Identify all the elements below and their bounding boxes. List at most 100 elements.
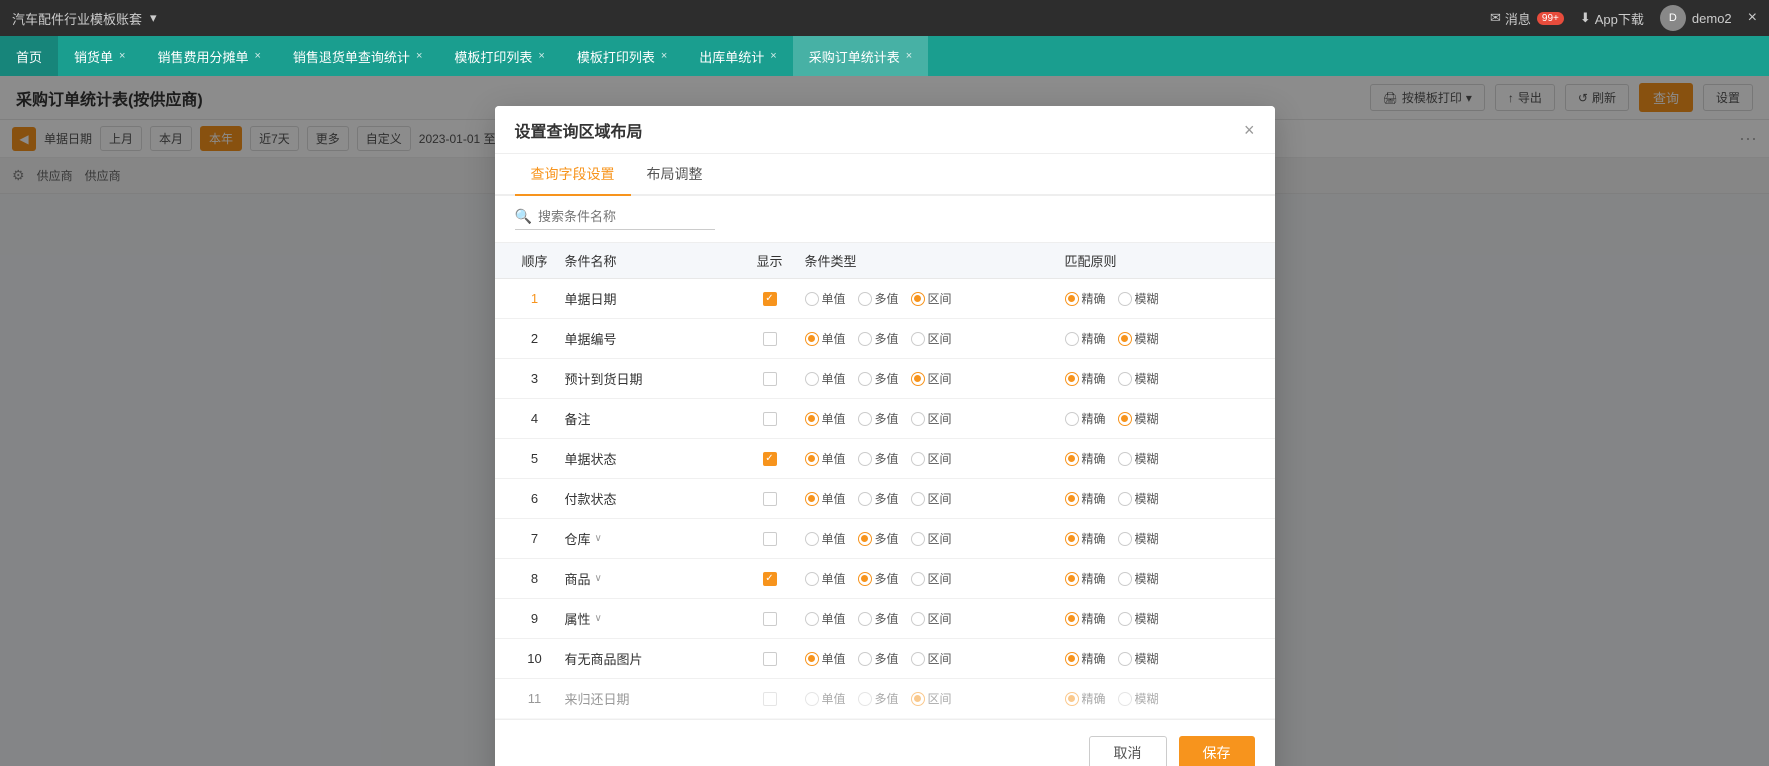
match-exact-radio[interactable]: 精确 bbox=[1065, 650, 1106, 667]
match-fuzzy-radio[interactable]: 模糊 bbox=[1118, 410, 1159, 427]
checkbox[interactable] bbox=[763, 372, 777, 386]
type-multi-radio[interactable]: 多值 bbox=[858, 610, 899, 627]
type-range-radio[interactable]: 区间 bbox=[911, 690, 952, 707]
checkbox[interactable]: ✓ bbox=[763, 292, 777, 306]
match-exact-radio[interactable]: 精确 bbox=[1065, 450, 1106, 467]
type-single-radio[interactable]: 单值 bbox=[805, 610, 846, 627]
type-single-radio[interactable]: 单值 bbox=[805, 330, 846, 347]
match-fuzzy-radio[interactable]: 模糊 bbox=[1118, 490, 1159, 507]
type-multi-radio[interactable]: 多值 bbox=[858, 490, 899, 507]
checkbox[interactable] bbox=[763, 532, 777, 546]
nav-tab-sales-expense[interactable]: 销售费用分摊单 × bbox=[141, 36, 276, 76]
user-area[interactable]: D demo2 bbox=[1660, 5, 1732, 31]
display-checkbox[interactable] bbox=[735, 532, 805, 546]
type-multi-radio[interactable]: 多值 bbox=[858, 290, 899, 307]
checkbox[interactable] bbox=[763, 332, 777, 346]
checkbox[interactable] bbox=[763, 412, 777, 426]
type-range-radio[interactable]: 区间 bbox=[911, 610, 952, 627]
type-multi-radio[interactable]: 多值 bbox=[858, 410, 899, 427]
nav-tab-sales-order[interactable]: 销货单 × bbox=[58, 36, 141, 76]
message-area[interactable]: ✉ 消息 99+ bbox=[1490, 9, 1564, 28]
checkbox[interactable] bbox=[763, 652, 777, 666]
match-fuzzy-radio[interactable]: 模糊 bbox=[1118, 330, 1159, 347]
type-single-radio[interactable]: 单值 bbox=[805, 570, 846, 587]
sales-expense-close-icon[interactable]: × bbox=[254, 50, 260, 62]
type-range-radio[interactable]: 区间 bbox=[911, 530, 952, 547]
type-multi-radio[interactable]: 多值 bbox=[858, 530, 899, 547]
tab-fields[interactable]: 查询字段设置 bbox=[515, 154, 631, 196]
type-single-radio[interactable]: 单值 bbox=[805, 650, 846, 667]
outbound-close-icon[interactable]: × bbox=[770, 50, 776, 62]
tab-layout[interactable]: 布局调整 bbox=[631, 154, 719, 196]
save-button[interactable]: 保存 bbox=[1179, 736, 1255, 766]
checkbox[interactable]: ✓ bbox=[763, 452, 777, 466]
type-single-radio[interactable]: 单值 bbox=[805, 490, 846, 507]
sales-return-close-icon[interactable]: × bbox=[416, 50, 422, 62]
match-fuzzy-radio[interactable]: 模糊 bbox=[1118, 690, 1159, 707]
match-fuzzy-radio[interactable]: 模糊 bbox=[1118, 290, 1159, 307]
cancel-button[interactable]: 取消 bbox=[1089, 736, 1167, 766]
nav-tab-home[interactable]: 首页 bbox=[0, 36, 58, 76]
nav-tab-outbound[interactable]: 出库单统计 × bbox=[683, 36, 792, 76]
type-range-radio[interactable]: 区间 bbox=[911, 330, 952, 347]
match-exact-radio[interactable]: 精确 bbox=[1065, 370, 1106, 387]
type-multi-radio[interactable]: 多值 bbox=[858, 330, 899, 347]
type-single-radio[interactable]: 单值 bbox=[805, 530, 846, 547]
match-fuzzy-radio[interactable]: 模糊 bbox=[1118, 370, 1159, 387]
display-checkbox[interactable] bbox=[735, 652, 805, 666]
nav-tab-sales-return[interactable]: 销售退货单查询统计 × bbox=[277, 36, 438, 76]
match-exact-radio[interactable]: 精确 bbox=[1065, 330, 1106, 347]
purchase-stat-close-icon[interactable]: × bbox=[906, 50, 912, 62]
match-exact-radio[interactable]: 精确 bbox=[1065, 290, 1106, 307]
match-fuzzy-radio[interactable]: 模糊 bbox=[1118, 570, 1159, 587]
match-fuzzy-radio[interactable]: 模糊 bbox=[1118, 530, 1159, 547]
display-checkbox[interactable]: ✓ bbox=[735, 292, 805, 306]
match-exact-radio[interactable]: 精确 bbox=[1065, 610, 1106, 627]
display-checkbox[interactable]: ✓ bbox=[735, 572, 805, 586]
display-checkbox[interactable] bbox=[735, 372, 805, 386]
type-single-radio[interactable]: 单值 bbox=[805, 450, 846, 467]
type-multi-radio[interactable]: 多值 bbox=[858, 450, 899, 467]
match-fuzzy-radio[interactable]: 模糊 bbox=[1118, 610, 1159, 627]
print1-close-icon[interactable]: × bbox=[538, 50, 544, 62]
type-range-radio[interactable]: 区间 bbox=[911, 490, 952, 507]
match-exact-radio[interactable]: 精确 bbox=[1065, 530, 1106, 547]
checkbox[interactable]: ✓ bbox=[763, 572, 777, 586]
checkbox[interactable] bbox=[763, 692, 777, 706]
checkbox[interactable] bbox=[763, 492, 777, 506]
match-fuzzy-radio[interactable]: 模糊 bbox=[1118, 650, 1159, 667]
checkbox[interactable] bbox=[763, 612, 777, 626]
type-multi-radio[interactable]: 多值 bbox=[858, 370, 899, 387]
match-fuzzy-radio[interactable]: 模糊 bbox=[1118, 450, 1159, 467]
nav-tab-purchase-stat[interactable]: 采购订单统计表 × bbox=[793, 36, 928, 76]
type-multi-radio[interactable]: 多值 bbox=[858, 570, 899, 587]
download-area[interactable]: ⬇ App下载 bbox=[1580, 9, 1644, 28]
nav-tab-print2[interactable]: 模板打印列表 × bbox=[561, 36, 683, 76]
type-single-radio[interactable]: 单值 bbox=[805, 290, 846, 307]
type-multi-radio[interactable]: 多值 bbox=[858, 650, 899, 667]
display-checkbox[interactable]: ✓ bbox=[735, 452, 805, 466]
match-exact-radio[interactable]: 精确 bbox=[1065, 490, 1106, 507]
type-range-radio[interactable]: 区间 bbox=[911, 570, 952, 587]
nav-tab-print1[interactable]: 模板打印列表 × bbox=[438, 36, 560, 76]
type-range-radio[interactable]: 区间 bbox=[911, 450, 952, 467]
match-exact-radio[interactable]: 精确 bbox=[1065, 410, 1106, 427]
type-single-radio[interactable]: 单值 bbox=[805, 410, 846, 427]
dialog-close-button[interactable]: × bbox=[1244, 121, 1255, 139]
sales-order-close-icon[interactable]: × bbox=[119, 50, 125, 62]
display-checkbox[interactable] bbox=[735, 332, 805, 346]
type-range-radio[interactable]: 区间 bbox=[911, 410, 952, 427]
display-checkbox[interactable] bbox=[735, 612, 805, 626]
top-close-icon[interactable]: × bbox=[1748, 9, 1757, 27]
type-range-radio[interactable]: 区间 bbox=[911, 290, 952, 307]
type-range-radio[interactable]: 区间 bbox=[911, 370, 952, 387]
type-single-radio[interactable]: 单值 bbox=[805, 690, 846, 707]
print2-close-icon[interactable]: × bbox=[661, 50, 667, 62]
match-exact-radio[interactable]: 精确 bbox=[1065, 570, 1106, 587]
display-checkbox[interactable] bbox=[735, 492, 805, 506]
match-exact-radio[interactable]: 精确 bbox=[1065, 690, 1106, 707]
display-checkbox[interactable] bbox=[735, 412, 805, 426]
search-input[interactable] bbox=[538, 209, 698, 224]
type-range-radio[interactable]: 区间 bbox=[911, 650, 952, 667]
type-multi-radio[interactable]: 多值 bbox=[858, 690, 899, 707]
